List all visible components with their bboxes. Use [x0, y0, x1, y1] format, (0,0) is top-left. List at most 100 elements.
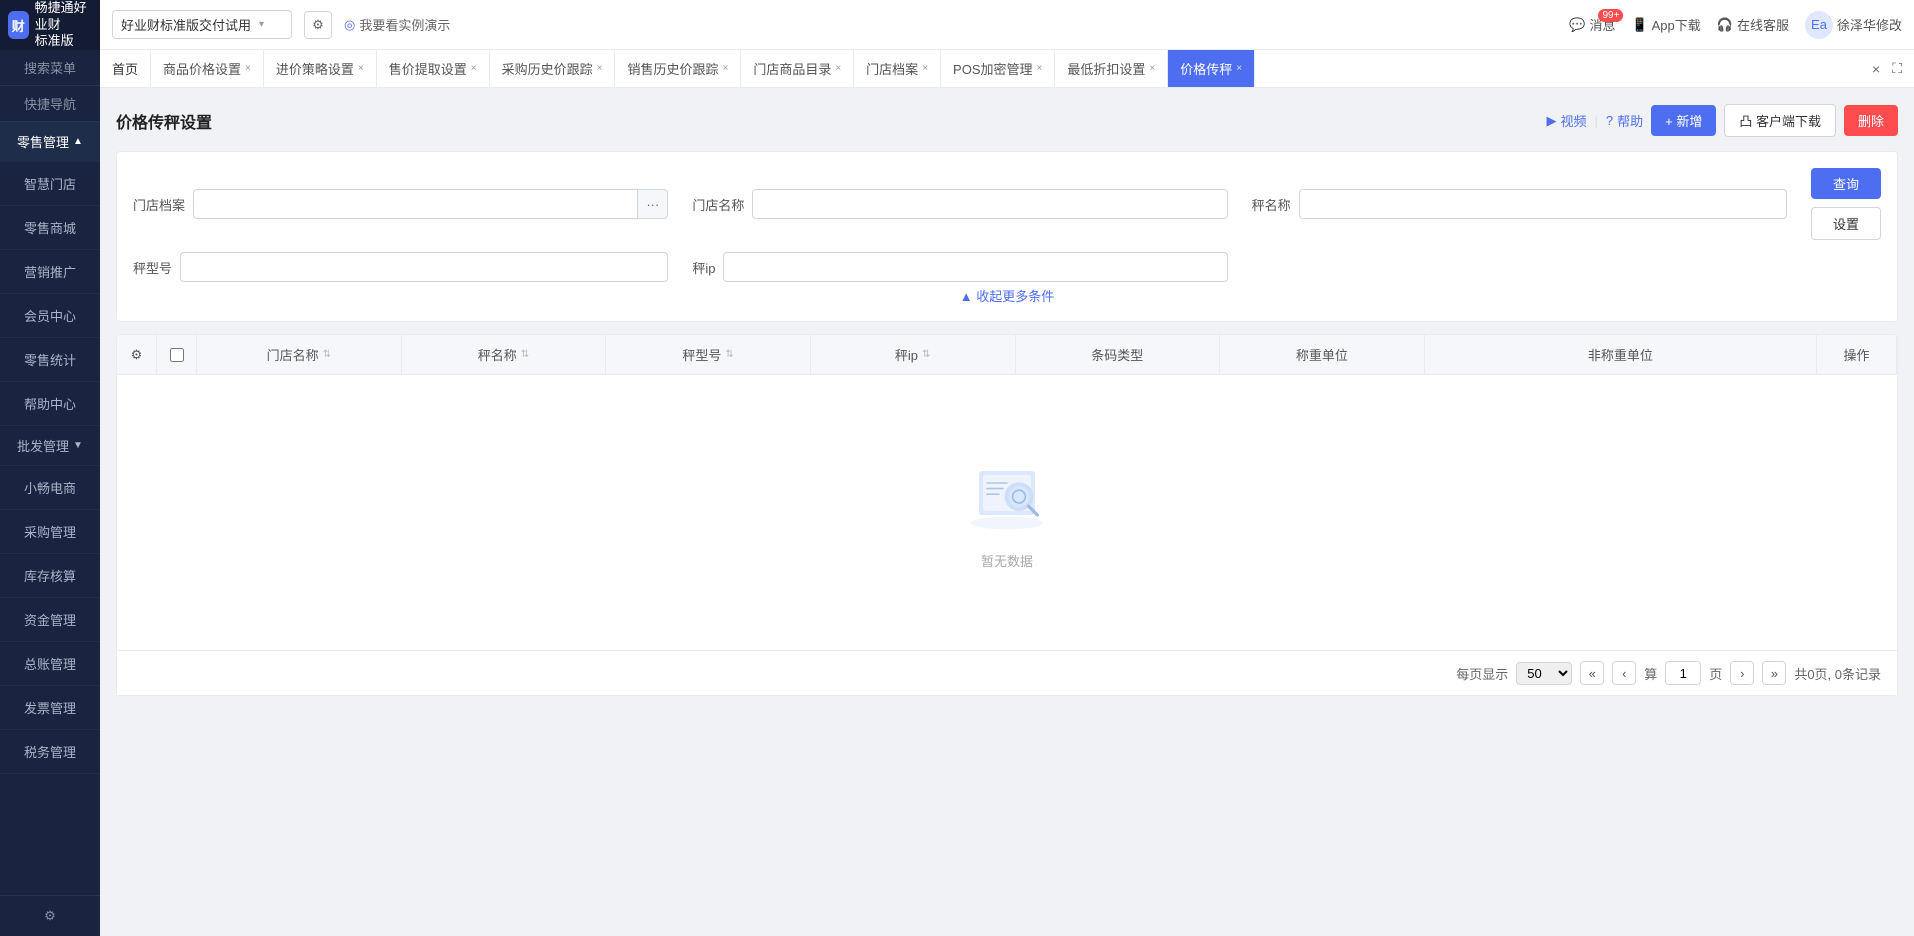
sort-icon[interactable]: ⇅	[323, 349, 331, 360]
collapse-filter-button[interactable]: ▲ 收起更多条件	[133, 282, 1881, 305]
filter-ip: 秤ip	[692, 252, 1227, 282]
filter-row-2: 秤型号 秤ip	[133, 252, 1881, 282]
app-download-button[interactable]: 📱 App下载	[1631, 15, 1700, 34]
model-input[interactable]	[180, 252, 668, 282]
select-all-checkbox[interactable]	[170, 348, 184, 362]
delete-button[interactable]: 删除	[1844, 105, 1898, 136]
content-area: 价格传秤设置 ▶ 视频 | ? 帮助 + 新增 凸 客户端下载 删除 门	[100, 88, 1914, 936]
logo-icon: 财	[8, 11, 29, 39]
store-name-input[interactable]	[752, 189, 1227, 219]
video-link[interactable]: ▶ 视频	[1546, 111, 1586, 130]
sidebar-settings-button[interactable]: ⚙	[0, 895, 100, 936]
filter-store-name: 门店名称	[692, 189, 1227, 219]
query-button[interactable]: 查询	[1811, 168, 1881, 199]
topbar: 好业财标准版交付试用 ▾ ⚙ ◎ 我要看实例演示 💬 消息 99+ 📱 App下…	[100, 0, 1914, 50]
store-file-dots-button[interactable]: ···	[638, 189, 668, 219]
tab-min-discount[interactable]: 最低折扣设置 ×	[1055, 50, 1168, 88]
th-gear[interactable]: ⚙	[117, 335, 157, 374]
sidebar-item-xiaochangec[interactable]: 小畅电商	[0, 466, 100, 510]
tab-purchase-history[interactable]: 采购历史价跟踪 ×	[490, 50, 616, 88]
close-icon[interactable]: ×	[835, 63, 841, 74]
tab-expand-button[interactable]: ⛶	[1888, 58, 1906, 79]
sort-icon[interactable]: ⇅	[922, 349, 930, 360]
per-page-label: 每页显示	[1456, 664, 1508, 683]
sidebar-item-member[interactable]: 会员中心	[0, 294, 100, 338]
th-store-name: 门店名称 ⇅	[197, 335, 402, 374]
tab-sale-history[interactable]: 销售历史价跟踪 ×	[615, 50, 741, 88]
pagination: 每页显示 50 10 20 100 « ‹ 算 页 ›	[117, 650, 1897, 695]
tab-purchase-strategy[interactable]: 进价策略设置 ×	[264, 50, 377, 88]
first-page-button[interactable]: «	[1580, 661, 1604, 685]
sidebar-item-retail-mgmt[interactable]: 零售管理 ▲	[0, 122, 100, 162]
ip-input[interactable]	[723, 252, 1227, 282]
last-page-button[interactable]: »	[1762, 661, 1786, 685]
sidebar-item-retail-stats[interactable]: 零售统计	[0, 338, 100, 382]
tab-home[interactable]: 首页	[100, 50, 151, 88]
tab-commodity-price[interactable]: 商品价格设置 ×	[151, 50, 264, 88]
close-icon[interactable]: ×	[922, 63, 928, 74]
close-icon[interactable]: ×	[1236, 63, 1242, 74]
sidebar-item-ledger[interactable]: 总账管理	[0, 642, 100, 686]
page-word: 算	[1644, 664, 1657, 683]
sidebar-item-inventory[interactable]: 库存核算	[0, 554, 100, 598]
filter-model: 秤型号	[133, 252, 668, 282]
sidebar-item-purchase[interactable]: 采购管理	[0, 510, 100, 554]
close-icon[interactable]: ×	[358, 63, 364, 74]
topbar-settings-icon[interactable]: ⚙	[304, 11, 332, 39]
close-icon[interactable]: ×	[1037, 63, 1043, 74]
filter-row-1: 门店档案 ··· 门店名称 秤名称 查询 设置	[133, 168, 1881, 240]
message-button[interactable]: 💬 消息 99+	[1569, 15, 1615, 34]
version-selector[interactable]: 好业财标准版交付试用 ▾	[112, 10, 292, 39]
page-header: 价格传秤设置 ▶ 视频 | ? 帮助 + 新增 凸 客户端下载 删除	[116, 104, 1898, 137]
page-title: 价格传秤设置	[116, 109, 212, 133]
sidebar-item-wholesale[interactable]: 批发管理 ▼	[0, 426, 100, 466]
user-profile[interactable]: Ea 徐泽华修改	[1805, 11, 1902, 39]
tab-price-transfer[interactable]: 价格传秤 ×	[1168, 50, 1255, 88]
sidebar-item-help[interactable]: 帮助中心	[0, 382, 100, 426]
sidebar-item-finance[interactable]: 资金管理	[0, 598, 100, 642]
tab-sale-extract[interactable]: 售价提取设置 ×	[377, 50, 490, 88]
scale-name-input[interactable]	[1299, 189, 1787, 219]
sort-icon[interactable]: ⇅	[725, 349, 733, 360]
help-link[interactable]: ? 帮助	[1606, 111, 1643, 130]
per-page-select[interactable]: 50 10 20 100	[1516, 662, 1572, 685]
store-file-input[interactable]	[193, 189, 638, 219]
settings-button[interactable]: 设置	[1811, 207, 1881, 240]
sidebar-item-invoice[interactable]: 发票管理	[0, 686, 100, 730]
close-icon[interactable]: ×	[1149, 63, 1155, 74]
prev-page-button[interactable]: ‹	[1612, 661, 1636, 685]
page-actions: ▶ 视频 | ? 帮助 + 新增 凸 客户端下载 删除	[1546, 104, 1898, 137]
add-button[interactable]: + 新增	[1651, 105, 1716, 136]
demo-link[interactable]: ◎ 我要看实例演示	[344, 15, 450, 34]
page-number-input[interactable]	[1665, 661, 1701, 685]
total-info: 共0页, 0条记录	[1794, 664, 1881, 683]
th-ip: 秤ip ⇅	[811, 335, 1016, 374]
table-header: ⚙ 门店名称 ⇅ 秤名称 ⇅ 秤型号 ⇅ 秤ip	[117, 335, 1897, 375]
th-weight-unit: 称重单位	[1220, 335, 1425, 374]
main-area: 好业财标准版交付试用 ▾ ⚙ ◎ 我要看实例演示 💬 消息 99+ 📱 App下…	[100, 0, 1914, 936]
tab-pos-manage[interactable]: POS加密管理 ×	[941, 50, 1055, 88]
online-service-button[interactable]: 🎧 在线客服	[1717, 15, 1789, 34]
close-icon[interactable]: ×	[597, 63, 603, 74]
tab-close-button[interactable]: ×	[1868, 59, 1884, 79]
close-icon[interactable]: ×	[722, 63, 728, 74]
th-model: 秤型号 ⇅	[606, 335, 811, 374]
table-area: ⚙ 门店名称 ⇅ 秤名称 ⇅ 秤型号 ⇅ 秤ip	[116, 334, 1898, 696]
sort-icon[interactable]: ⇅	[521, 349, 529, 360]
sidebar-search[interactable]: 搜索菜单	[0, 50, 100, 86]
tab-store-file[interactable]: 门店档案 ×	[854, 50, 941, 88]
next-page-button[interactable]: ›	[1730, 661, 1754, 685]
tab-store-catalog[interactable]: 门店商品目录 ×	[741, 50, 854, 88]
filter-store-name-label: 门店名称	[692, 195, 744, 214]
download-button[interactable]: 凸 客户端下载	[1724, 104, 1836, 137]
th-check[interactable]	[157, 335, 197, 374]
sidebar-item-retail-mall[interactable]: 零售商城	[0, 206, 100, 250]
sidebar-quick-nav[interactable]: 快捷导航	[0, 86, 100, 122]
filter-store-file-label: 门店档案	[133, 195, 185, 214]
close-icon[interactable]: ×	[471, 63, 477, 74]
sidebar-item-tax[interactable]: 税务管理	[0, 730, 100, 774]
tabs-bar: 首页 商品价格设置 × 进价策略设置 × 售价提取设置 × 采购历史价跟踪 × …	[100, 50, 1914, 88]
sidebar-item-smart-store[interactable]: 智慧门店	[0, 162, 100, 206]
sidebar-item-marketing[interactable]: 营销推广	[0, 250, 100, 294]
close-icon[interactable]: ×	[245, 63, 251, 74]
